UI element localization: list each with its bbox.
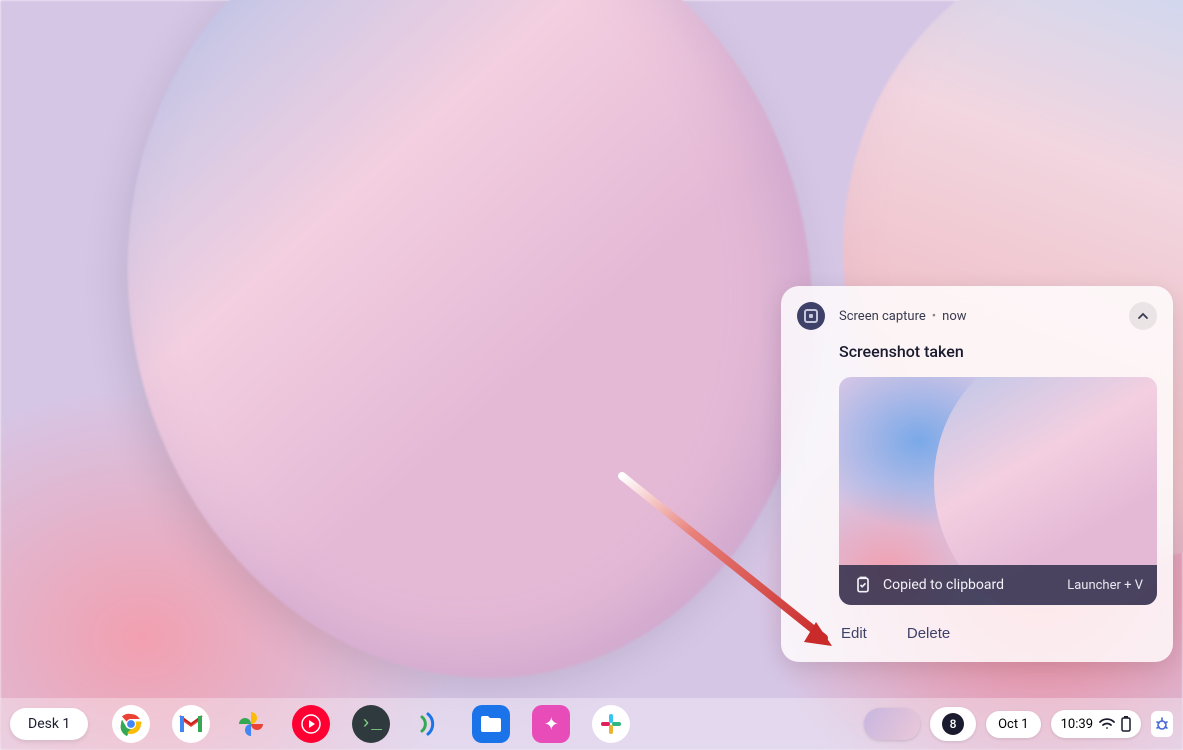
terminal-app-icon[interactable]: ›_ (352, 705, 390, 743)
youtube-music-app-icon[interactable] (292, 705, 330, 743)
notifications-count: 8 (942, 713, 964, 735)
shelf-apps: ›_ ✦ (112, 705, 630, 743)
screenshot-preview[interactable]: Copied to clipboard Launcher + V (839, 377, 1157, 605)
screenshot-notification: Screen capture • now Screenshot taken Co… (781, 286, 1173, 662)
chevron-up-icon (1137, 310, 1149, 322)
notification-separator: • (932, 309, 936, 324)
clipboard-shortcut: Launcher + V (1067, 578, 1143, 593)
delete-button[interactable]: Delete (905, 621, 952, 646)
notification-app-name: Screen capture (839, 309, 926, 324)
desk-label: Desk 1 (28, 716, 70, 732)
clipboard-label: Copied to clipboard (883, 577, 1004, 593)
status-tray[interactable]: 10:39 (1051, 710, 1141, 738)
time-label: 10:39 (1061, 717, 1093, 732)
slack-app-icon[interactable] (592, 705, 630, 743)
notification-time: now (942, 309, 966, 324)
photos-app-icon[interactable] (232, 705, 270, 743)
chrome-app-icon[interactable] (112, 705, 150, 743)
desk-switcher[interactable]: Desk 1 (10, 708, 88, 740)
feedback-icon[interactable] (1151, 711, 1173, 737)
files-app-icon[interactable] (472, 705, 510, 743)
collapse-button[interactable] (1129, 302, 1157, 330)
tote-icon[interactable] (864, 708, 920, 740)
notification-meta: Screen capture • now (839, 309, 1129, 324)
notification-title: Screenshot taken (839, 342, 1157, 361)
screen-capture-app-icon (797, 302, 825, 330)
voice-app-icon[interactable] (412, 705, 450, 743)
gmail-app-icon[interactable] (172, 705, 210, 743)
edit-button[interactable]: Edit (839, 621, 869, 646)
notifications-badge[interactable]: 8 (930, 707, 976, 741)
date-pill[interactable]: Oct 1 (986, 711, 1041, 738)
design-app-icon[interactable]: ✦ (532, 705, 570, 743)
notification-actions: Edit Delete (839, 621, 1157, 646)
battery-icon (1121, 716, 1131, 732)
wifi-icon (1099, 718, 1115, 730)
notification-header: Screen capture • now (797, 302, 1157, 330)
shelf-status-area: 8 Oct 1 10:39 (864, 707, 1173, 741)
date-label: Oct 1 (998, 717, 1029, 732)
clipboard-icon (853, 575, 873, 595)
clipboard-status-bar: Copied to clipboard Launcher + V (839, 565, 1157, 605)
shelf: Desk 1 ›_ ✦ 8 Oct 1 (0, 698, 1183, 750)
